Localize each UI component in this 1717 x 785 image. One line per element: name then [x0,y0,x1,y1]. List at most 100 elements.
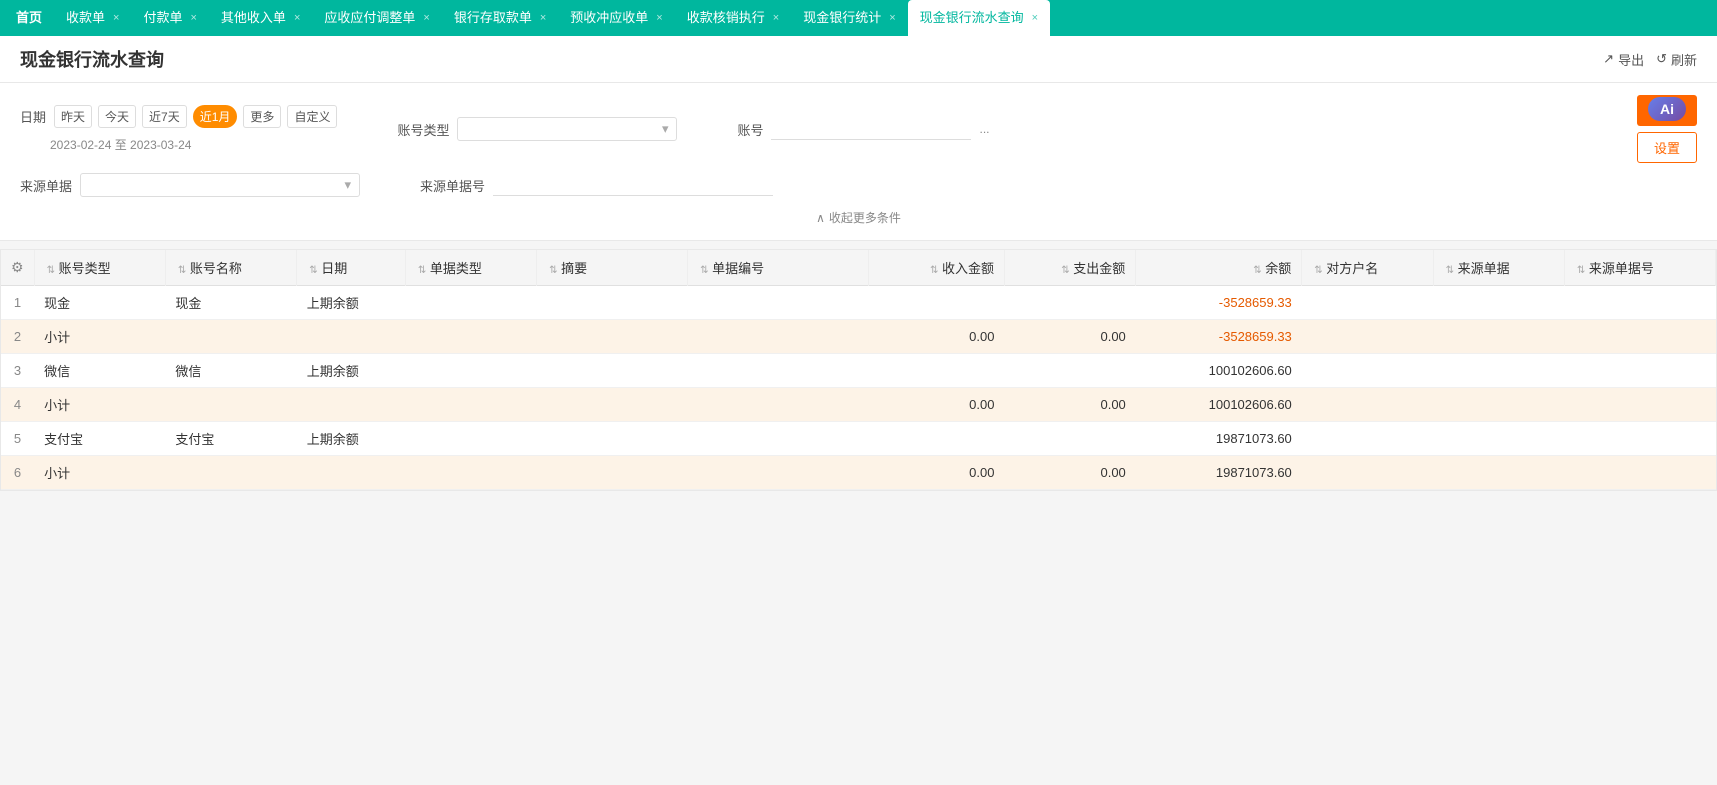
cell-doc-type [405,422,536,456]
filter-row-1: 日期 昨天 今天 近7天 近1月 更多 自定义 2023-02-24 至 202… [20,95,1697,163]
source-doc-no-input[interactable] [493,174,773,196]
cell-account-name: 微信 [165,354,296,388]
close-tab-5[interactable]: × [540,0,546,36]
row-number: 5 [1,422,34,456]
cell-expense: 0.00 [1004,320,1135,354]
cell-expense [1004,422,1135,456]
date-btn-7days[interactable]: 近7天 [142,105,187,128]
table-row: 5支付宝支付宝上期余额19871073.60 [1,422,1716,456]
source-doc-label: 来源单据 [20,176,72,195]
filter-area: 日期 昨天 今天 近7天 近1月 更多 自定义 2023-02-24 至 202… [0,83,1717,241]
table-settings-icon[interactable]: ⚙ [11,259,24,275]
cell-expense [1004,354,1135,388]
nav-tab-1[interactable]: 收款单 × [54,0,131,36]
col-source-doc-no[interactable]: ⇅ 来源单据号 [1564,250,1715,286]
cell-source-doc-no [1564,286,1715,320]
chevron-down-icon: ▾ [662,121,669,137]
close-tab-6[interactable]: × [656,0,662,36]
col-doc-no[interactable]: ⇅ 单据编号 [688,250,869,286]
row-number: 1 [1,286,34,320]
nav-tab-2[interactable]: 付款单 × [131,0,208,36]
col-source-doc[interactable]: ⇅ 来源单据 [1433,250,1564,286]
close-tab-1[interactable]: × [113,0,119,36]
col-doc-type[interactable]: ⇅ 单据类型 [405,250,536,286]
cell-account-name [165,320,296,354]
cell-account-type: 小计 [34,456,165,490]
nav-tab-5[interactable]: 银行存取款单 × [442,0,558,36]
nav-home[interactable]: 首页 [4,0,54,36]
data-table: ⚙ ⇅ 账号类型 ⇅ 账号名称 ⇅ 日期 ⇅ 单据类型 ⇅ 摘要 [1,250,1716,490]
col-expense[interactable]: ⇅ 支出金额 [1004,250,1135,286]
nav-tab-4[interactable]: 应收应付调整单 × [312,0,441,36]
export-icon: ↗ [1603,51,1614,67]
date-btn-yesterday[interactable]: 昨天 [54,105,92,128]
close-tab-4[interactable]: × [423,0,429,36]
close-tab-2[interactable]: × [190,0,196,36]
export-button[interactable]: ↗ 导出 [1603,50,1644,69]
cell-balance: 19871073.60 [1136,456,1302,490]
cell-counterpart [1302,388,1433,422]
date-btn-more[interactable]: 更多 [243,105,281,128]
close-tab-3[interactable]: × [294,0,300,36]
row-number: 4 [1,388,34,422]
cell-account-type: 支付宝 [34,422,165,456]
table-container: ⚙ ⇅ 账号类型 ⇅ 账号名称 ⇅ 日期 ⇅ 单据类型 ⇅ 摘要 [0,249,1717,491]
nav-tab-8[interactable]: 现金银行统计 × [791,0,907,36]
cell-date: 上期余额 [297,286,406,320]
col-counterpart[interactable]: ⇅ 对方户名 [1302,250,1433,286]
cell-account-type: 小计 [34,388,165,422]
refresh-button[interactable]: ↺ 刷新 [1656,50,1697,69]
account-type-label: 账号类型 [397,120,449,139]
collapse-bar[interactable]: ∧ 收起更多条件 [20,205,1697,228]
cell-doc-no [688,354,869,388]
table-row: 2小计0.000.00-3528659.33 [1,320,1716,354]
account-input[interactable] [771,118,971,140]
ai-badge[interactable]: Ai [1648,97,1686,121]
cell-summary [537,422,688,456]
cell-date: 上期余额 [297,422,406,456]
date-btn-1month[interactable]: 近1月 [193,105,238,128]
cell-balance: -3528659.33 [1136,286,1302,320]
col-summary[interactable]: ⇅ 摘要 [537,250,688,286]
nav-tab-9[interactable]: 现金银行流水查询 × [908,0,1050,36]
cell-source-doc-no [1564,422,1715,456]
nav-tab-3[interactable]: 其他收入单 × [209,0,312,36]
cell-doc-type [405,354,536,388]
cell-counterpart [1302,456,1433,490]
date-btn-today[interactable]: 今天 [98,105,136,128]
table-row: 6小计0.000.0019871073.60 [1,456,1716,490]
row-number: 3 [1,354,34,388]
cell-doc-type [405,320,536,354]
account-more-btn[interactable]: ... [979,122,989,136]
cell-doc-type [405,286,536,320]
cell-balance: 100102606.60 [1136,388,1302,422]
col-income[interactable]: ⇅ 收入金额 [869,250,1005,286]
page-header: 现金银行流水查询 ↗ 导出 ↺ 刷新 [0,36,1717,83]
close-tab-9[interactable]: × [1032,0,1038,36]
table-row: 1现金现金上期余额-3528659.33 [1,286,1716,320]
account-type-select[interactable]: ▾ [457,117,677,141]
source-doc-chevron-icon: ▾ [344,177,351,193]
source-doc-value [89,178,93,193]
cell-counterpart [1302,286,1433,320]
col-date[interactable]: ⇅ 日期 [297,250,406,286]
cell-balance: 19871073.60 [1136,422,1302,456]
col-account-name[interactable]: ⇅ 账号名称 [165,250,296,286]
cell-doc-no [688,286,869,320]
cell-doc-no [688,422,869,456]
nav-tab-7[interactable]: 收款核销执行 × [675,0,791,36]
nav-tab-6[interactable]: 预收冲应收单 × [558,0,674,36]
col-balance[interactable]: ⇅ 余额 [1136,250,1302,286]
table-row: 3微信微信上期余额100102606.60 [1,354,1716,388]
cell-account-name [165,388,296,422]
close-tab-8[interactable]: × [889,0,895,36]
col-account-type[interactable]: ⇅ 账号类型 [34,250,165,286]
cell-source-doc [1433,388,1564,422]
table-row: 4小计0.000.00100102606.60 [1,388,1716,422]
settings-button[interactable]: 设置 [1637,132,1697,163]
source-doc-select[interactable]: ▾ [80,173,360,197]
settings-col-header[interactable]: ⚙ [1,250,34,286]
date-btn-custom[interactable]: 自定义 [287,105,337,128]
close-tab-7[interactable]: × [773,0,779,36]
cell-date: 上期余额 [297,354,406,388]
